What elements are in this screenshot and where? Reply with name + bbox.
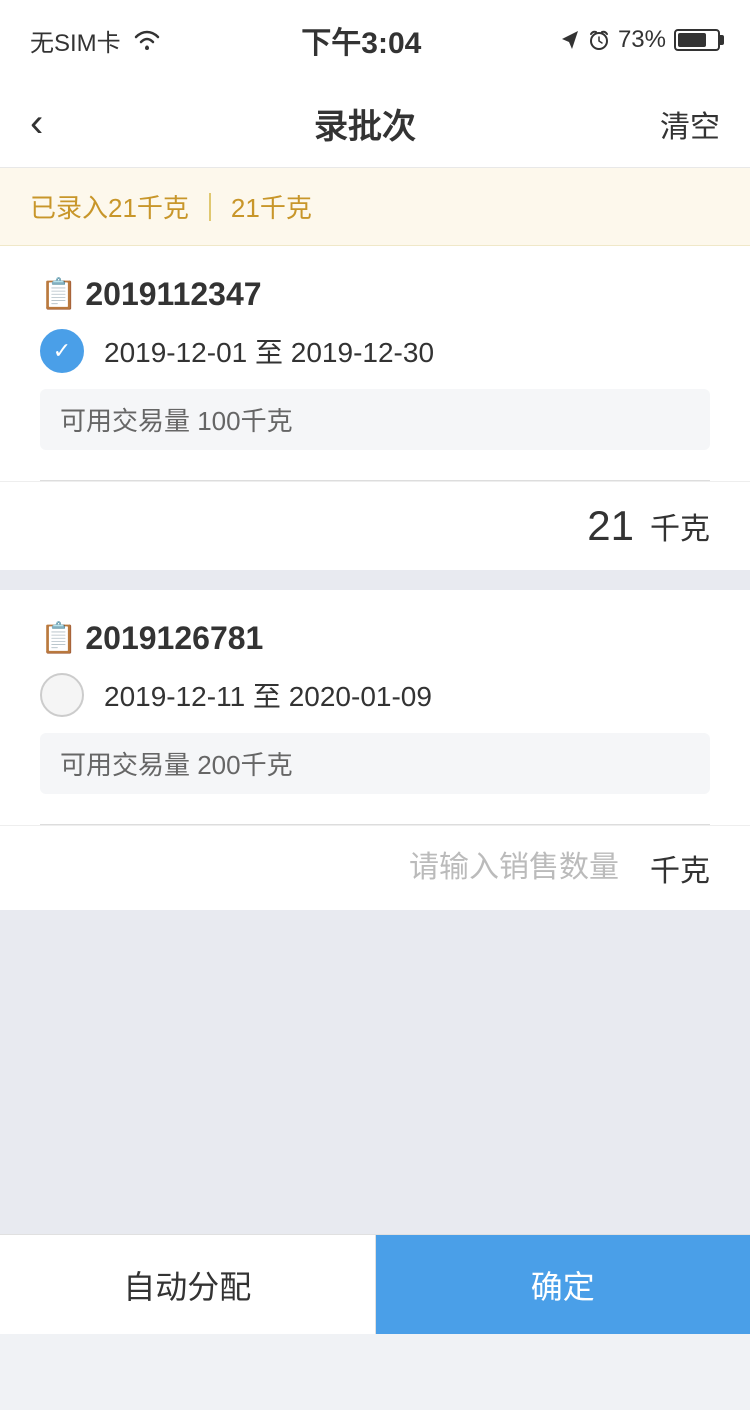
carrier-label: 无SIM卡 (30, 23, 121, 58)
batch-2-unit: 千克 (650, 846, 710, 890)
batch-1-available: 可用交易量 100千克 (40, 389, 710, 450)
alarm-icon (588, 29, 610, 51)
batch-1-icon: 📋 (40, 277, 77, 312)
clear-button[interactable]: 清空 (640, 102, 720, 146)
batch-2-date-row: 2019-12-11 至 2020-01-09 (40, 673, 710, 717)
batch-2-card: 📋 2019126781 2019-12-11 至 2020-01-09 可用交… (0, 590, 750, 910)
info-divider (209, 193, 211, 221)
battery-label: 73% (618, 26, 666, 54)
recorded-amount: 已录入21千克 (30, 188, 189, 225)
batch-2-available: 可用交易量 200千克 (40, 733, 710, 794)
batch-1-card: 📋 2019112347 ✓ 2019-12-01 至 2019-12-30 可… (0, 246, 750, 570)
batch-1-header: 📋 2019112347 (40, 276, 710, 313)
status-left: 无SIM卡 (30, 23, 163, 58)
batch-1-id: 2019112347 (85, 276, 261, 313)
batch-1-check: ✓ (53, 338, 71, 364)
status-time: 下午3:04 (301, 18, 421, 62)
batch-2-icon: 📋 (40, 621, 77, 656)
batch-2-date: 2019-12-11 至 2020-01-09 (104, 675, 432, 715)
back-button[interactable]: ‹ (30, 101, 90, 146)
battery-icon (674, 29, 720, 51)
batch-2-inner: 📋 2019126781 2019-12-11 至 2020-01-09 可用交… (0, 590, 750, 824)
batch-1-qty-value: 21 (587, 502, 634, 550)
battery-fill (678, 33, 706, 47)
status-right: 73% (560, 26, 720, 54)
batch-2-header: 📋 2019126781 (40, 620, 710, 657)
auto-distribute-button[interactable]: 自动分配 (0, 1235, 376, 1334)
batch-1-qty-unit: 千克 (650, 504, 710, 548)
info-banner: 已录入21千克 21千克 (0, 168, 750, 246)
page-title: 录批次 (314, 99, 416, 148)
nav-bar: ‹ 录批次 清空 (0, 80, 750, 168)
batch-1-inner: 📋 2019112347 ✓ 2019-12-01 至 2019-12-30 可… (0, 246, 750, 480)
bottom-bar: 自动分配 确定 (0, 1234, 750, 1334)
batch-1-date: 2019-12-01 至 2019-12-30 (104, 331, 434, 371)
wifi-icon (131, 29, 163, 51)
status-bar: 无SIM卡 下午3:04 73% (0, 0, 750, 80)
batch-2-input-row: 千克 (0, 825, 750, 910)
batch-1-radio[interactable]: ✓ (40, 329, 84, 373)
batch-2-radio[interactable] (40, 673, 84, 717)
batch-1-qty-row: 21 千克 (0, 481, 750, 570)
confirm-button[interactable]: 确定 (376, 1235, 750, 1334)
batch-2-id: 2019126781 (85, 620, 263, 657)
batch-2-qty-input[interactable] (40, 851, 634, 885)
total-amount: 21千克 (231, 188, 312, 225)
section-gap-1 (0, 570, 750, 590)
location-icon (560, 29, 580, 51)
batch-1-date-row: ✓ 2019-12-01 至 2019-12-30 (40, 329, 710, 373)
content-area: 已录入21千克 21千克 📋 2019112347 ✓ 2019-12-01 至… (0, 168, 750, 1410)
